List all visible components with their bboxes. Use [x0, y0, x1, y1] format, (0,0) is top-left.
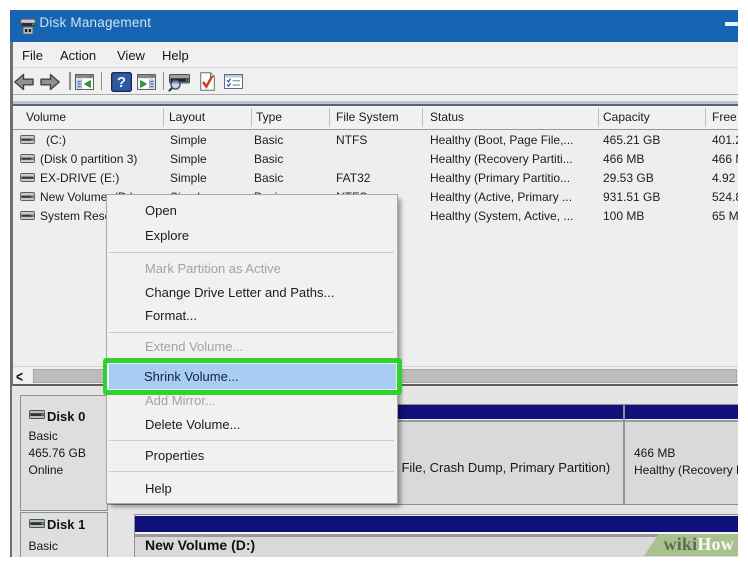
svg-text:?: ?: [117, 74, 126, 91]
